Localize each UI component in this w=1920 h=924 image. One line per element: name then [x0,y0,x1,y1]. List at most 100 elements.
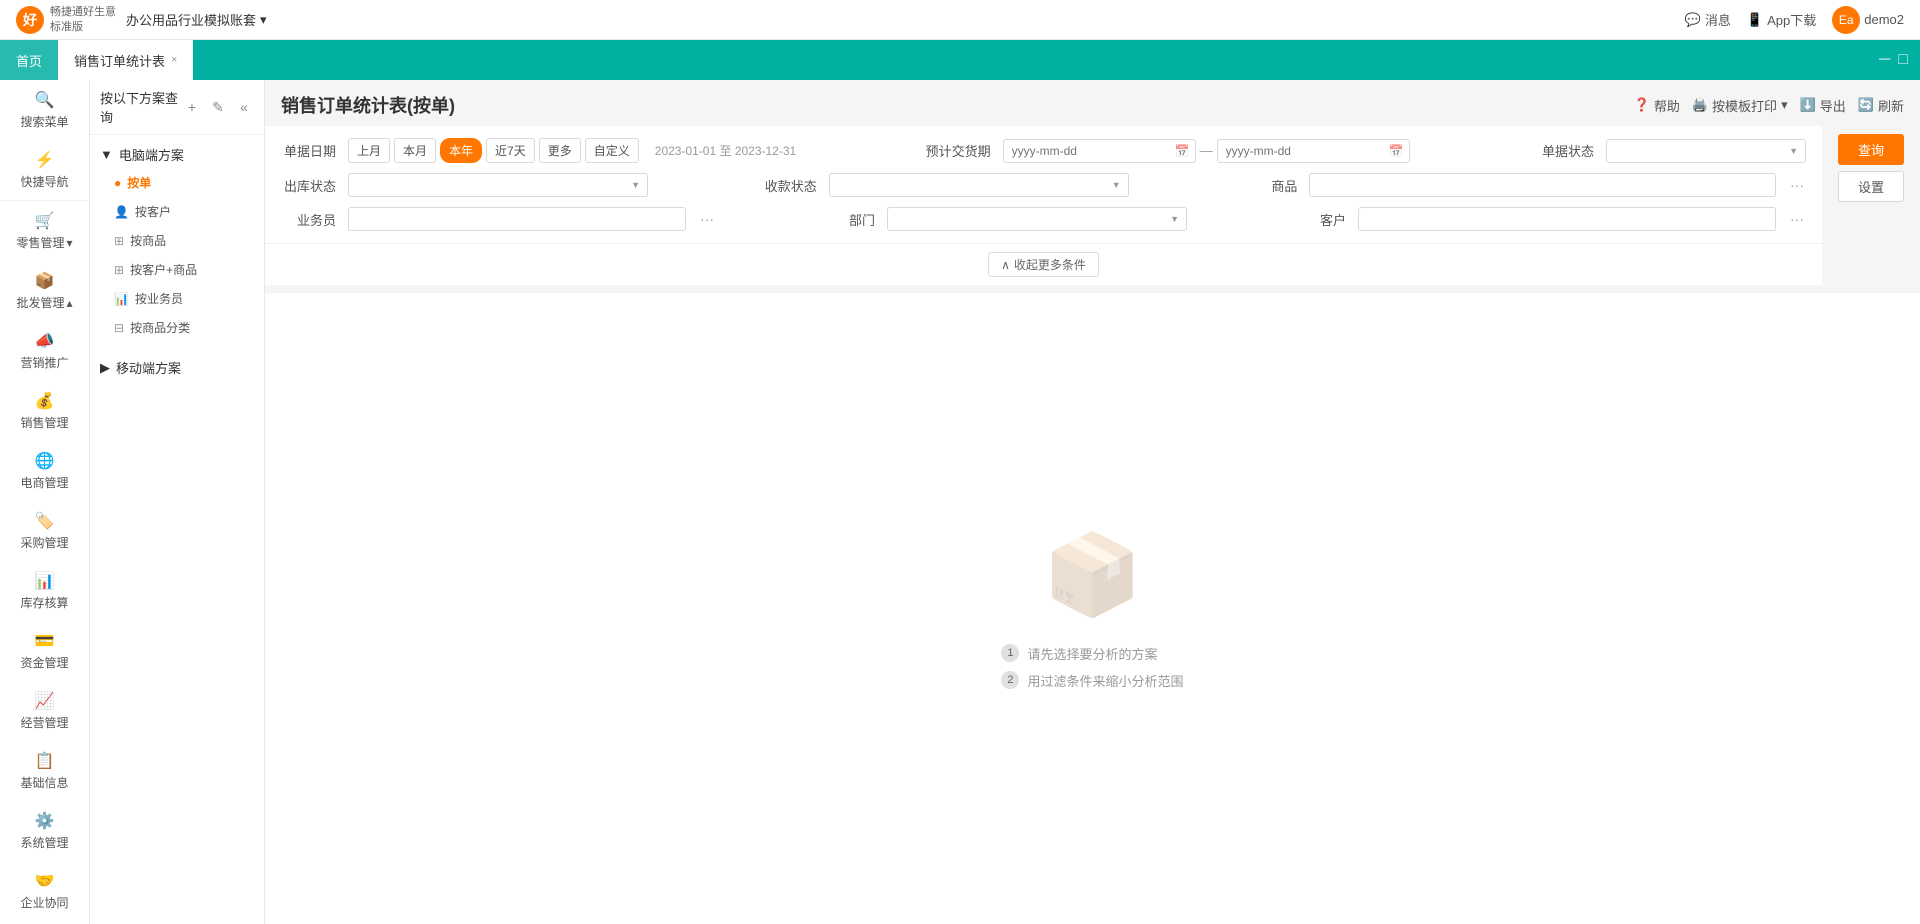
payment-select[interactable] [829,173,1129,197]
empty-icon: 📦 [1042,528,1142,628]
retail-arrow-icon: ▾ [66,236,72,250]
expected-date-label: 预计交货期 [926,141,991,160]
empty-state: 📦 1 请先选择要分析的方案 2 用过滤条件来缩小分析范围 [265,293,1920,924]
product-dots[interactable]: ··· [1788,177,1806,193]
export-icon: ⬇️ [1800,97,1816,113]
scheme-item-by-customer[interactable]: 👤 按客户 [90,197,264,226]
selector-arrow-icon: ▾ [260,12,267,28]
marketing-icon: 📣 [35,331,55,351]
shipment-select[interactable] [348,173,648,197]
scheme-item-by-product[interactable]: ⊞ 按商品 [90,226,264,255]
sidebar-item-enterprise[interactable]: 🤝 企业协同 [0,861,89,921]
sidebar-item-system[interactable]: ⚙️ 系统管理 [0,801,89,861]
top-bar-right: 💬 消息 📱 App下载 Ea demo2 [1685,6,1904,34]
expected-date-group: — [1003,139,1410,163]
scheme-group-mobile-expand-icon: ▶ [100,360,110,376]
period-last-month[interactable]: 上月 [348,138,390,163]
status-select[interactable] [1606,139,1806,163]
scheme-item-by-category[interactable]: ⊟ 按商品分类 [90,313,264,342]
customer-input[interactable] [1358,207,1776,231]
status-label: 单据状态 [1539,141,1594,160]
refresh-button[interactable]: 🔄 刷新 [1858,96,1904,115]
tab-home[interactable]: 首页 [0,40,58,80]
user-area[interactable]: Ea demo2 [1832,6,1904,34]
dept-select[interactable] [887,207,1187,231]
product-input[interactable] [1309,173,1776,197]
help-button[interactable]: ❓ 帮助 [1634,96,1680,115]
scheme-panel-title: 按以下方案查询 [100,88,182,126]
download-icon: 📱 [1747,12,1763,28]
finance-icon: 💳 [35,631,55,651]
nav-tab-actions: ─ □ [1879,51,1920,69]
scheme-item-by-salesman[interactable]: 📊 按业务员 [90,284,264,313]
search-icon: 🔍 [35,90,55,110]
scheme-group-pc-title[interactable]: ▼ 电脑端方案 [90,141,264,168]
query-button[interactable]: 查询 [1838,134,1904,165]
date-label: 单据日期 [281,141,336,160]
period-last7[interactable]: 近7天 [486,138,535,163]
scheme-item-icon: 👤 [114,205,129,219]
period-this-month[interactable]: 本月 [394,138,436,163]
dept-select-wrap [887,207,1187,231]
app-selector[interactable]: 办公用品行业模拟账套 ▾ [126,10,267,29]
content-area: 按以下方案查询 + ✎ « ▼ 电脑端方案 ● 按单 👤 按客户 [90,80,1920,924]
nav-tabs: 首页 销售订单统计表 × ─ □ [0,40,1920,80]
collapse-scheme-button[interactable]: « [234,97,254,117]
operation-icon: 📈 [35,691,55,711]
filter-area: 单据日期 上月 本月 本年 近7天 更多 自定义 2023-01-01 至 20… [265,126,1822,285]
period-more[interactable]: 更多 [539,138,581,163]
empty-content: 📦 1 请先选择要分析的方案 2 用过滤条件来缩小分析范围 [1001,528,1183,690]
scheme-item-icon: ⊞ [114,234,124,248]
payment-select-wrap [829,173,1129,197]
sidebar-item-marketing[interactable]: 📣 营销推广 [0,321,89,381]
shipment-label: 出库状态 [281,176,336,195]
edit-scheme-button[interactable]: ✎ [208,97,228,117]
tab-sales-order-stats[interactable]: 销售订单统计表 × [58,40,193,80]
scheme-item-icon: ⊞ [114,263,124,277]
period-this-year[interactable]: 本年 [440,138,482,163]
sidebar-item-wholesale[interactable]: 📦 批发管理 ▴ [0,261,89,321]
basic-icon: 📋 [35,751,55,771]
scheme-panel: 按以下方案查询 + ✎ « ▼ 电脑端方案 ● 按单 👤 按客户 [90,80,265,924]
sidebar-item-quick-nav[interactable]: ⚡ 快捷导航 [0,140,89,200]
sidebar: 🔍 搜索菜单 ⚡ 快捷导航 🛒 零售管理 ▾ 📦 批发管理 ▴ 📣 [0,80,90,924]
sidebar-item-inventory[interactable]: 📊 库存核算 [0,561,89,621]
scheme-group-mobile: ▶ 移动端方案 [90,348,264,387]
scheme-group-mobile-title[interactable]: ▶ 移动端方案 [90,354,264,381]
page-title: 销售订单统计表(按单) [281,92,455,118]
customer-dots[interactable]: ··· [1788,211,1806,227]
maximize-icon[interactable]: □ [1898,51,1908,69]
sidebar-section-retail: 🛒 零售管理 ▾ [0,200,89,261]
minimize-icon[interactable]: ─ [1879,51,1890,69]
sidebar-item-retail[interactable]: 🛒 零售管理 ▾ [0,201,89,261]
print-icon: 🖨️ [1692,97,1708,113]
message-item[interactable]: 💬 消息 [1685,10,1731,29]
wholesale-arrow-icon: ▴ [66,296,72,310]
expected-date-from[interactable] [1003,139,1196,163]
scheme-item-by-order[interactable]: ● 按单 [90,168,264,197]
filter-and-btn-wrap: 单据日期 上月 本月 本年 近7天 更多 自定义 2023-01-01 至 20… [265,126,1920,285]
scheme-item-by-customer-product[interactable]: ⊞ 按客户+商品 [90,255,264,284]
sidebar-item-purchase[interactable]: 🏷️ 采购管理 [0,501,89,561]
sidebar-item-ecommerce[interactable]: 🌐 电商管理 [0,441,89,501]
salesman-dots[interactable]: ··· [698,211,716,227]
sidebar-item-basic[interactable]: 📋 基础信息 [0,741,89,801]
app-download-item[interactable]: 📱 App下载 [1747,10,1816,29]
empty-tips: 1 请先选择要分析的方案 2 用过滤条件来缩小分析范围 [1001,644,1183,690]
sidebar-item-finance[interactable]: 💳 资金管理 [0,621,89,681]
sidebar-item-search[interactable]: 🔍 搜索菜单 [0,80,89,140]
add-scheme-button[interactable]: + [182,97,202,117]
salesman-input[interactable] [348,207,686,231]
tab-close-icon[interactable]: × [171,54,177,66]
print-button[interactable]: 🖨️ 按模板打印 ▾ [1692,96,1788,115]
period-custom[interactable]: 自定义 [585,138,639,163]
settings-button[interactable]: 设置 [1838,171,1904,202]
sidebar-item-operation[interactable]: 📈 经营管理 [0,681,89,741]
collapse-button[interactable]: ∧ 收起更多条件 [988,252,1099,277]
expected-date-to[interactable] [1217,139,1410,163]
sidebar-item-sales-mgmt[interactable]: 💰 销售管理 [0,381,89,441]
export-button[interactable]: ⬇️ 导出 [1800,96,1846,115]
avatar: Ea [1832,6,1860,34]
expected-date-to-wrap [1217,139,1410,163]
action-buttons: 查询 设置 [1822,126,1920,285]
